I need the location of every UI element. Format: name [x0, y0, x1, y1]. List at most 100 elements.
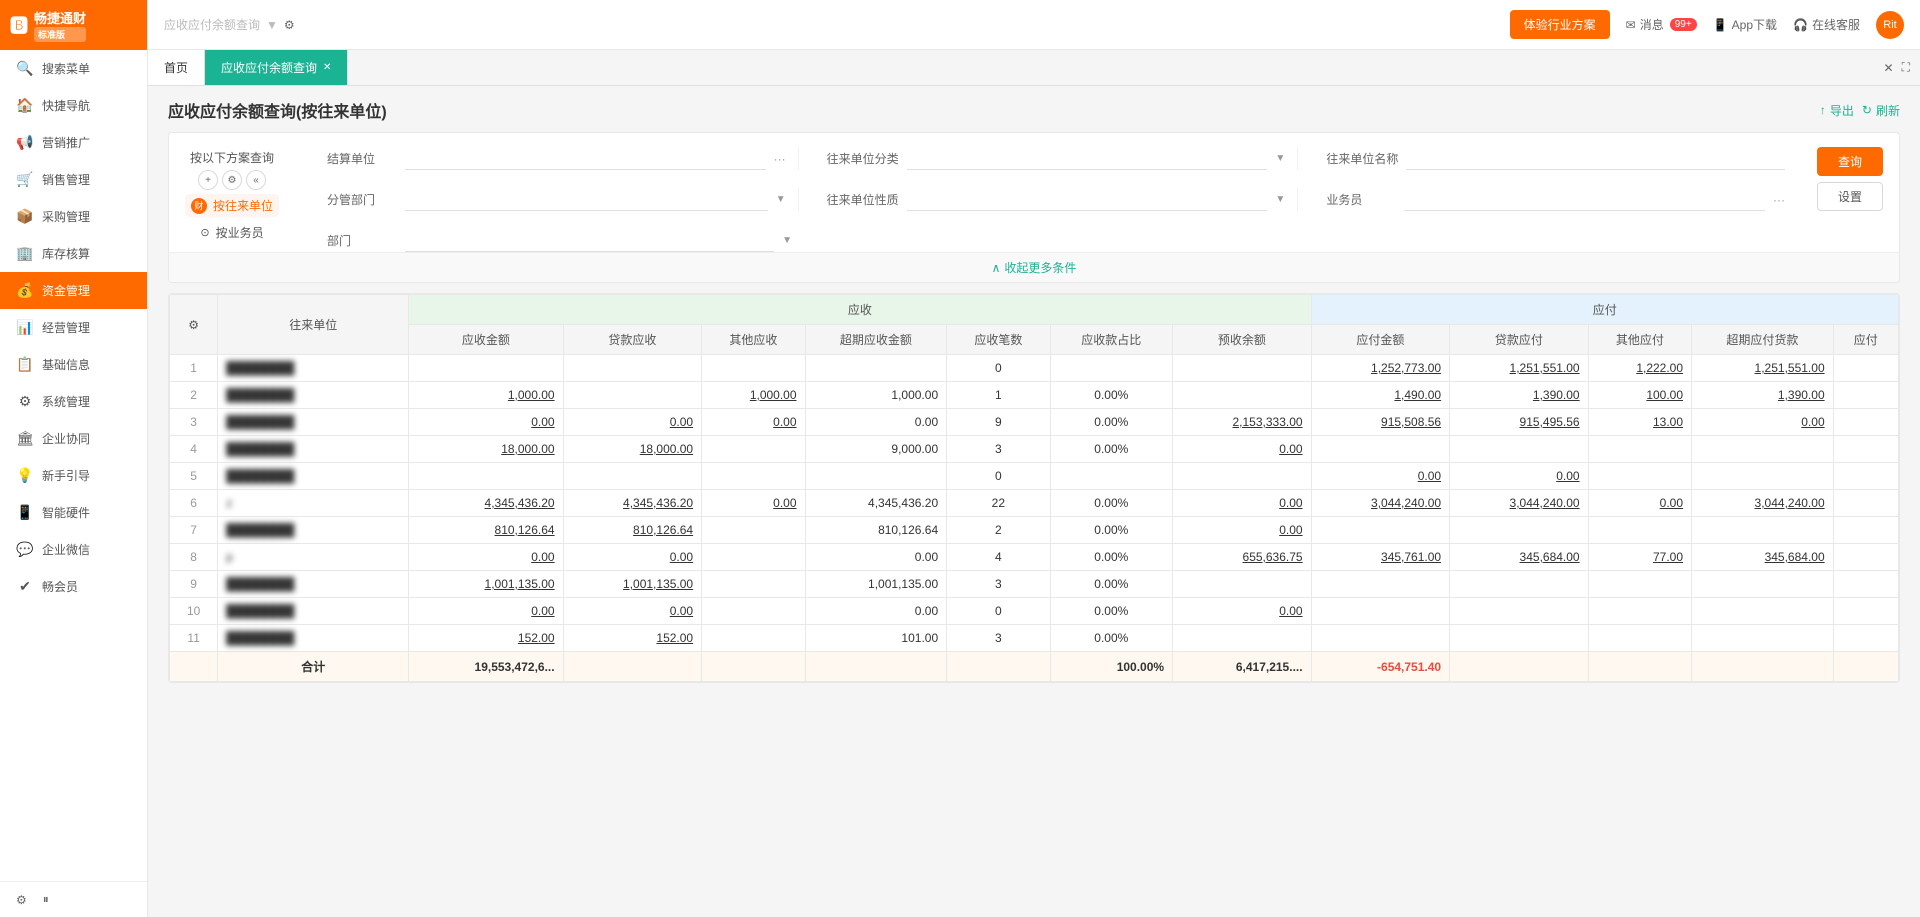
settlement-unit-dots[interactable]: ···: [774, 152, 786, 166]
message-button[interactable]: ✉ 消息 99+: [1626, 16, 1697, 33]
recv-amt[interactable]: 810,126.64: [409, 517, 563, 544]
other-pay[interactable]: 100.00: [1588, 382, 1691, 409]
overdue-pay[interactable]: 345,684.00: [1692, 544, 1834, 571]
loan-recv[interactable]: 152.00: [563, 625, 702, 652]
add-scheme-btn[interactable]: +: [198, 170, 218, 190]
user-avatar[interactable]: Rit: [1876, 11, 1904, 39]
sidebar-item-member[interactable]: ✔ 畅会员: [0, 568, 147, 605]
settings-button[interactable]: 设置: [1817, 182, 1883, 211]
col-settings[interactable]: ⚙: [170, 295, 218, 355]
sidebar-item-wechat[interactable]: 💬 企业微信: [0, 531, 147, 568]
loan-pay[interactable]: 915,495.56: [1450, 409, 1589, 436]
sidebar-item-operation[interactable]: 📊 经营管理: [0, 309, 147, 346]
recv-amt[interactable]: 1,000.00: [409, 382, 563, 409]
recv-amt[interactable]: 0.00: [409, 409, 563, 436]
service-button[interactable]: 🎧 在线客服: [1793, 16, 1860, 33]
pay-amt[interactable]: 3,044,240.00: [1311, 490, 1450, 517]
export-button[interactable]: ↑ 导出: [1820, 102, 1854, 119]
recv-amt[interactable]: 0.00: [409, 544, 563, 571]
settlement-unit-input[interactable]: [405, 147, 766, 170]
loan-pay[interactable]: 1,251,551.00: [1450, 355, 1589, 382]
other-pay[interactable]: 13.00: [1588, 409, 1691, 436]
other-recv[interactable]: 0.00: [702, 409, 805, 436]
other-pay[interactable]: 77.00: [1588, 544, 1691, 571]
loan-pay[interactable]: 1,390.00: [1450, 382, 1589, 409]
partner-category-arrow[interactable]: ▼: [1275, 153, 1285, 164]
prepay-bal[interactable]: 0.00: [1173, 517, 1312, 544]
loan-recv[interactable]: 810,126.64: [563, 517, 702, 544]
pay-amt[interactable]: 1,490.00: [1311, 382, 1450, 409]
sidebar-item-finance[interactable]: 💰 资金管理: [0, 272, 147, 309]
loan-recv[interactable]: 4,345,436.20: [563, 490, 702, 517]
loan-recv[interactable]: 0.00: [563, 544, 702, 571]
tab-receivable-query[interactable]: 应收应付余额查询 ✕: [205, 50, 348, 85]
sidebar-item-enterprise[interactable]: 🏛 企业协同: [0, 420, 147, 457]
partner-nature-arrow[interactable]: ▼: [1275, 194, 1285, 205]
sidebar-item-inventory[interactable]: 🏢 库存核算: [0, 235, 147, 272]
sidebar-item-quick-nav[interactable]: 🏠 快捷导航: [0, 87, 147, 124]
tab-close-window[interactable]: ✕: [1884, 61, 1894, 75]
sidebar-item-system[interactable]: ⚙ 系统管理: [0, 383, 147, 420]
filter-by-salesman[interactable]: ⊙ 按业务员: [194, 221, 269, 244]
dept-arrow[interactable]: ▼: [782, 235, 792, 246]
partner-nature-input[interactable]: [907, 188, 1268, 211]
sidebar-item-guide[interactable]: 💡 新手引导: [0, 457, 147, 494]
overdue-pay[interactable]: 3,044,240.00: [1692, 490, 1834, 517]
tab-close-icon[interactable]: ✕: [323, 62, 331, 73]
recv-amt[interactable]: 1,001,135.00: [409, 571, 563, 598]
refresh-button[interactable]: ↻ 刷新: [1862, 102, 1900, 119]
recv-amt[interactable]: 152.00: [409, 625, 563, 652]
overdue-pay[interactable]: 1,251,551.00: [1692, 355, 1834, 382]
loan-pay[interactable]: 0.00: [1450, 463, 1589, 490]
overdue-pay[interactable]: 0.00: [1692, 409, 1834, 436]
loan-recv[interactable]: 1,001,135.00: [563, 571, 702, 598]
other-recv[interactable]: 0.00: [702, 490, 805, 517]
collapse-filter-btn[interactable]: ∧ 收起更多条件: [169, 252, 1899, 282]
tab-maximize[interactable]: ⛶: [1902, 60, 1910, 75]
loan-pay[interactable]: 3,044,240.00: [1450, 490, 1589, 517]
sidebar-item-purchase[interactable]: 📦 采购管理: [0, 198, 147, 235]
topbar-settings-btn[interactable]: ⚙: [284, 18, 295, 32]
loan-recv[interactable]: 0.00: [563, 598, 702, 625]
scheme-settings-btn[interactable]: ⚙: [222, 170, 242, 190]
app-download-button[interactable]: 📱 App下载: [1713, 16, 1777, 33]
sidebar-collapse-btn[interactable]: ⏸: [43, 892, 49, 907]
sidebar-item-basic-info[interactable]: 📋 基础信息: [0, 346, 147, 383]
dept-mgr-input[interactable]: [405, 188, 768, 211]
other-recv[interactable]: 1,000.00: [702, 382, 805, 409]
recv-amt[interactable]: 0.00: [409, 598, 563, 625]
prepay-bal[interactable]: 655,636.75: [1173, 544, 1312, 571]
sidebar-item-marketing[interactable]: 📢 营销推广: [0, 124, 147, 161]
salesman-input[interactable]: [1404, 188, 1765, 211]
loan-recv[interactable]: 0.00: [563, 409, 702, 436]
other-pay[interactable]: 1,222.00: [1588, 355, 1691, 382]
partner-name-input[interactable]: [1406, 147, 1785, 170]
dept-input[interactable]: [405, 229, 774, 252]
filter-by-partner[interactable]: 财 按往来单位: [185, 194, 279, 217]
loan-pay[interactable]: 345,684.00: [1450, 544, 1589, 571]
solution-button[interactable]: 体验行业方案: [1510, 10, 1610, 39]
partner-category-input[interactable]: [907, 147, 1268, 170]
sidebar-settings-btn[interactable]: ⚙: [16, 893, 27, 907]
sidebar-item-sales[interactable]: 🛒 销售管理: [0, 161, 147, 198]
sidebar-item-smart-hw[interactable]: 📱 智能硬件: [0, 494, 147, 531]
recv-amt[interactable]: 4,345,436.20: [409, 490, 563, 517]
prepay-bal[interactable]: 2,153,333.00: [1173, 409, 1312, 436]
overdue-pay[interactable]: 1,390.00: [1692, 382, 1834, 409]
sidebar-item-search-menu[interactable]: 🔍 搜索菜单: [0, 50, 147, 87]
other-pay[interactable]: 0.00: [1588, 490, 1691, 517]
pay-amt[interactable]: 1,252,773.00: [1311, 355, 1450, 382]
prepay-bal[interactable]: 0.00: [1173, 490, 1312, 517]
query-button[interactable]: 查询: [1817, 147, 1883, 176]
pay-amt[interactable]: 915,508.56: [1311, 409, 1450, 436]
dept-mgr-arrow[interactable]: ▼: [776, 194, 786, 205]
pay-amt[interactable]: 0.00: [1311, 463, 1450, 490]
prepay-bal[interactable]: 0.00: [1173, 598, 1312, 625]
prepay-bal[interactable]: 0.00: [1173, 436, 1312, 463]
recv-amt[interactable]: 18,000.00: [409, 436, 563, 463]
tab-home[interactable]: 首页: [148, 50, 205, 85]
loan-recv[interactable]: 18,000.00: [563, 436, 702, 463]
scheme-collapse-btn[interactable]: «: [246, 170, 266, 190]
pay-amt[interactable]: 345,761.00: [1311, 544, 1450, 571]
salesman-dots[interactable]: ···: [1773, 193, 1785, 207]
